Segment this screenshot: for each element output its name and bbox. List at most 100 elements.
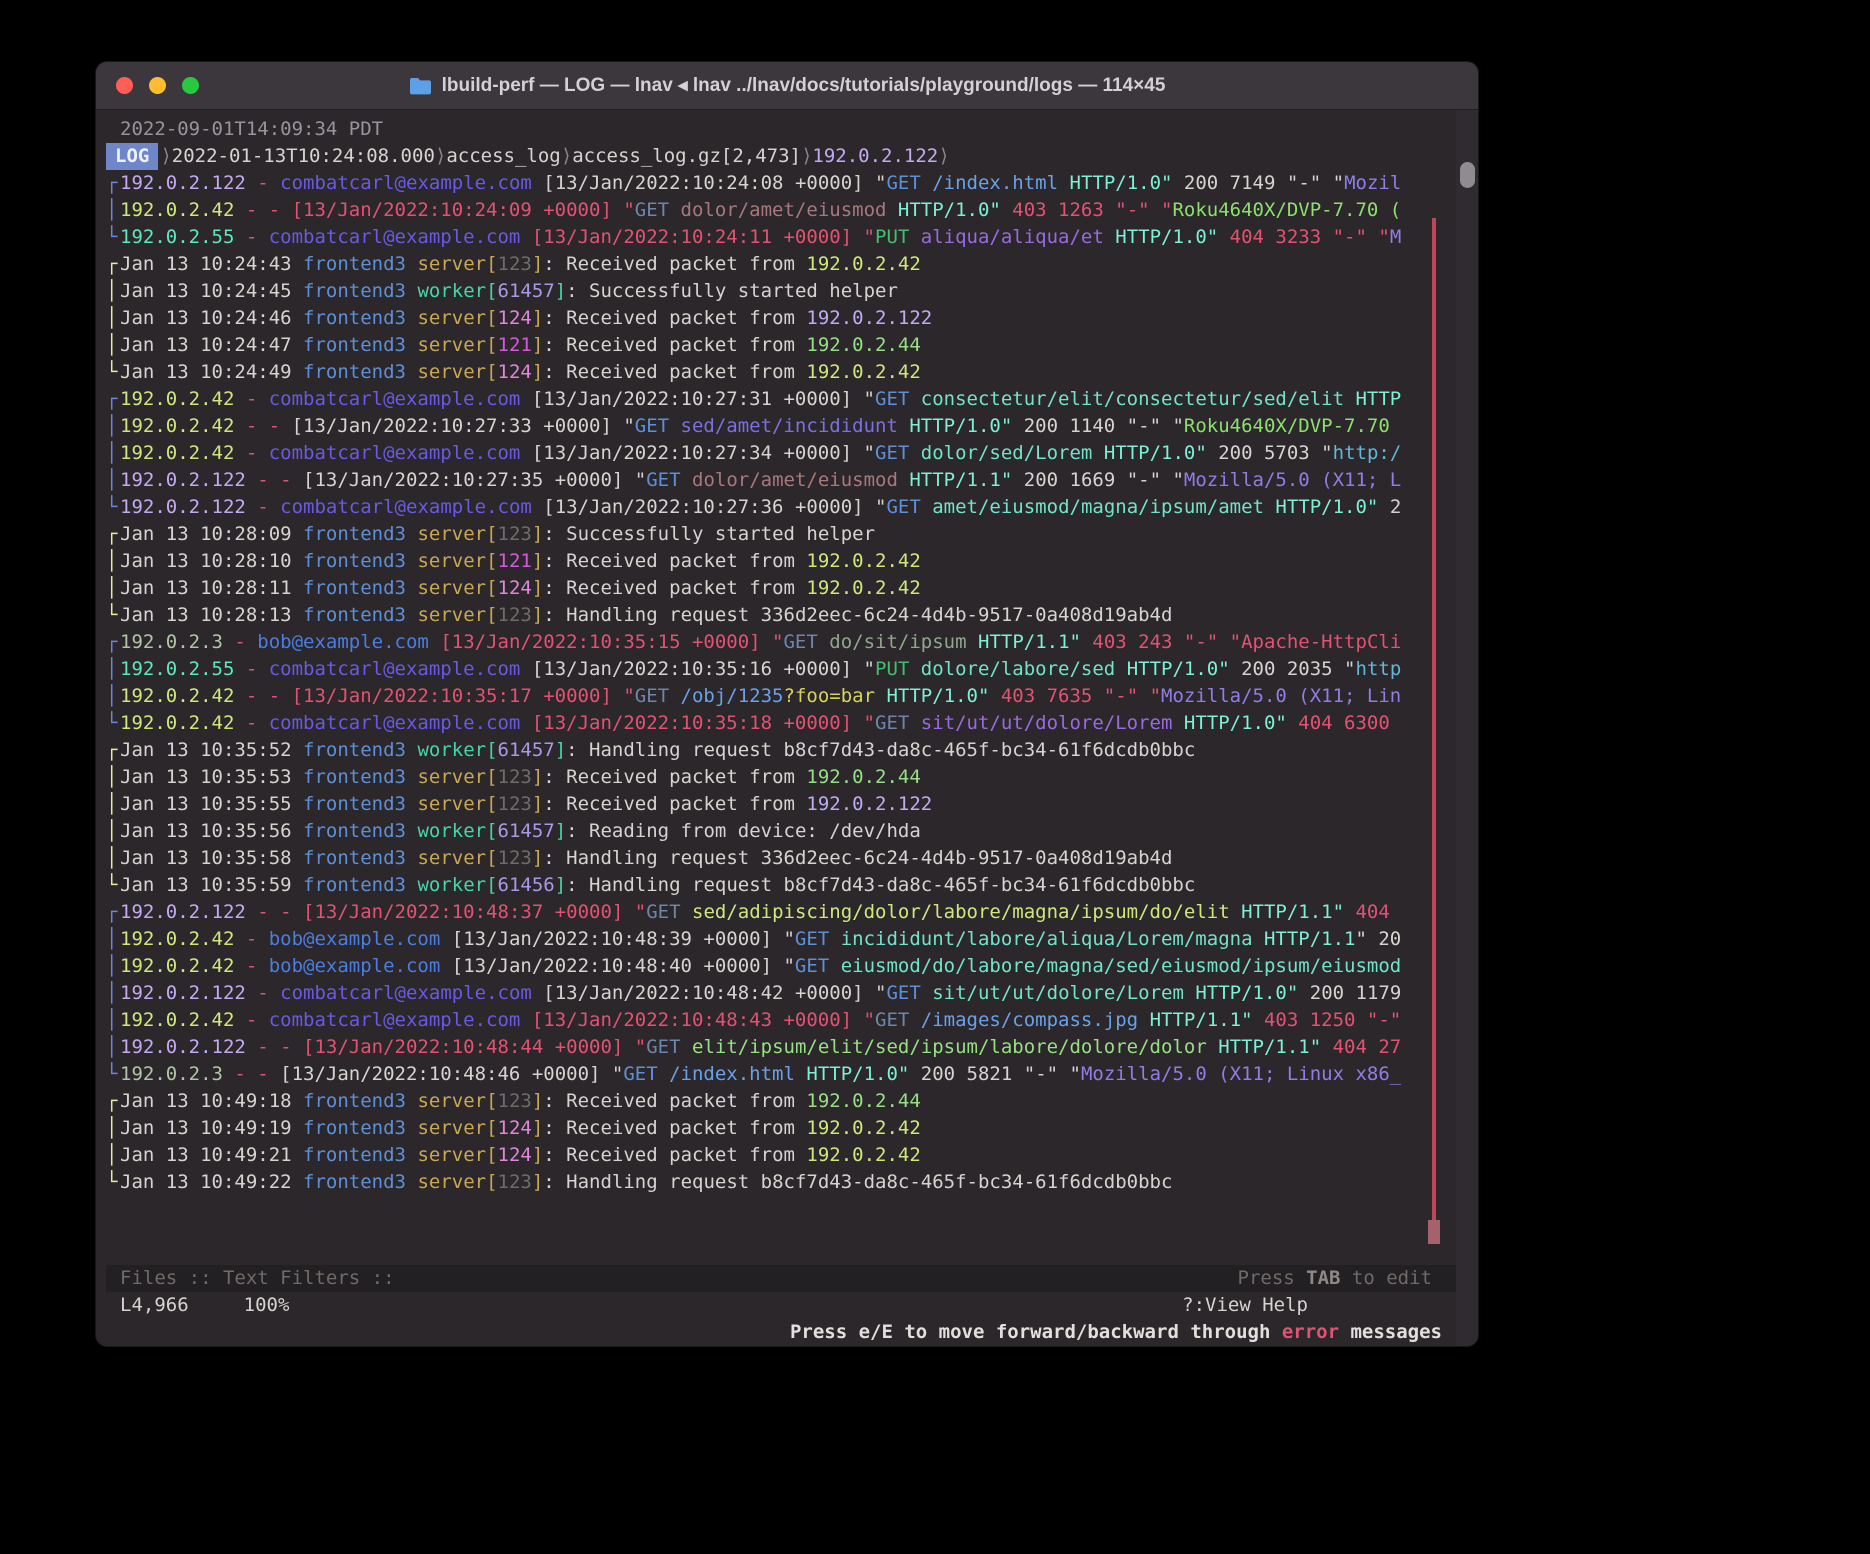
log-segment: HTTP/1.0" [1070,172,1173,194]
log-segment: 123 [498,1171,532,1193]
log-segment [829,955,840,977]
log-line[interactable]: │192.0.2.42 - combatcarl@example.com [13… [106,440,1478,467]
log-segment: frontend3 [303,1090,406,1112]
close-button[interactable] [116,77,133,94]
log-segment [1344,388,1355,410]
log-line[interactable]: └Jan 13 10:49:22 frontend3 server[123]: … [106,1169,1478,1196]
log-segment: [13/Jan/2022:10:27:35 +0000] " [303,469,646,491]
zoom-button[interactable] [182,77,199,94]
log-segment: HTTP/1.0" [806,1063,909,1085]
log-segment: server[ [417,1090,497,1112]
log-segment: server[ [417,523,497,545]
minimize-button[interactable] [149,77,166,94]
log-segment: dolor/amet/eiusmod [692,469,898,491]
log-line[interactable]: ┌192.0.2.3 - bob@example.com [13/Jan/202… [106,629,1478,656]
log-segment: 403 7635 "-" " [989,685,1161,707]
window-scrollbar-thumb[interactable] [1460,162,1475,188]
log-line[interactable]: ┌192.0.2.122 - - [13/Jan/2022:10:48:37 +… [106,899,1478,926]
log-segment: 192.0.2.122 [806,793,932,815]
log-segment: GET [886,982,920,1004]
log-segment: Roku4640X/DVP-7.70 ( [1172,199,1401,221]
log-segment: dolore/labore/sed [921,658,1115,680]
log-segment: frontend3 [303,1117,406,1139]
log-segment: : Handling request 336d2eec-6c24-4d4b-95… [543,847,1172,869]
log-line[interactable]: │192.0.2.42 - bob@example.com [13/Jan/20… [106,953,1478,980]
view-help-hint[interactable]: ?:View Help [1182,1292,1308,1319]
log-line[interactable]: │192.0.2.42 - - [13/Jan/2022:10:35:17 +0… [106,683,1478,710]
log-line[interactable]: │192.0.2.42 - bob@example.com [13/Jan/20… [106,926,1478,953]
log-line[interactable]: │192.0.2.42 - - [13/Jan/2022:10:24:09 +0… [106,197,1478,224]
scroll-position-thumb[interactable] [1428,1220,1440,1244]
log-segment: consectetur/elit/consectetur/sed/elit [921,388,1344,410]
titlebar[interactable]: lbuild-perf — LOG — lnav ◂ lnav ../lnav/… [96,62,1478,110]
log-segment [406,307,417,329]
log-segment: frontend3 [303,604,406,626]
log-line[interactable]: ┌192.0.2.122 - combatcarl@example.com [1… [106,170,1478,197]
log-segment: 192.0.2.42 [120,415,234,437]
log-line[interactable]: │192.0.2.122 - combatcarl@example.com [1… [106,980,1478,1007]
log-line[interactable]: └192.0.2.3 - - [13/Jan/2022:10:48:46 +00… [106,1061,1478,1088]
log-line[interactable]: ┌Jan 13 10:35:52 frontend3 worker[61457]… [106,737,1478,764]
group-bracket: │ [106,197,120,224]
breadcrumb-crumb[interactable]: access_log [446,145,560,167]
breadcrumb-crumb[interactable]: 192.0.2.122 [812,145,938,167]
log-line[interactable]: ┌Jan 13 10:49:18 frontend3 server[123]: … [106,1088,1478,1115]
log-segment: 124 [498,577,532,599]
log-line[interactable]: │Jan 13 10:28:10 frontend3 server[121]: … [106,548,1478,575]
log-segment [406,550,417,572]
log-line[interactable]: └192.0.2.122 - combatcarl@example.com [1… [106,494,1478,521]
log-segment: aliqua/aliqua/et [921,226,1104,248]
breadcrumb-crumb[interactable]: access_log.gz[2,473] [572,145,801,167]
log-segment [909,712,920,734]
log-line[interactable]: └Jan 13 10:28:13 frontend3 server[123]: … [106,602,1478,629]
log-segment: [13/Jan/2022:10:48:39 +0000] " [440,928,795,950]
log-segment: : Received packet from [543,1090,806,1112]
spacer [106,1250,1478,1265]
log-segment: Jan 13 10:35:52 [120,739,303,761]
log-segment [669,199,680,221]
log-segment: ] [555,280,566,302]
files-filters-tabs[interactable]: Files :: Text Filters :: [120,1265,395,1292]
group-bracket: │ [106,1007,120,1034]
log-line[interactable]: │Jan 13 10:35:58 frontend3 server[123]: … [106,845,1478,872]
log-line[interactable]: └Jan 13 10:35:59 frontend3 worker[61456]… [106,872,1478,899]
log-line[interactable]: ┌Jan 13 10:24:43 frontend3 server[123]: … [106,251,1478,278]
log-line[interactable]: │192.0.2.122 - - [13/Jan/2022:10:48:44 +… [106,1034,1478,1061]
scroll-percent: 100% [244,1294,290,1316]
log-line[interactable]: │192.0.2.42 - combatcarl@example.com [13… [106,1007,1478,1034]
log-line[interactable]: │Jan 13 10:49:21 frontend3 server[124]: … [106,1142,1478,1169]
log-line[interactable]: └Jan 13 10:24:49 frontend3 server[124]: … [106,359,1478,386]
log-line[interactable]: │192.0.2.42 - - [13/Jan/2022:10:27:33 +0… [106,413,1478,440]
log-segment: 124 [498,1117,532,1139]
breadcrumb-crumb[interactable]: 2022-01-13T10:24:08.000 [172,145,435,167]
log-segment: : Handling request 336d2eec-6c24-4d4b-95… [543,604,1172,626]
log-line[interactable]: │Jan 13 10:24:45 frontend3 worker[61457]… [106,278,1478,305]
log-line[interactable]: │Jan 13 10:24:47 frontend3 server[121]: … [106,332,1478,359]
log-line[interactable]: │Jan 13 10:35:55 frontend3 server[123]: … [106,791,1478,818]
log-segment: Jan 13 10:35:58 [120,847,303,869]
log-line[interactable]: │Jan 13 10:35:53 frontend3 server[123]: … [106,764,1478,791]
log-line[interactable]: │Jan 13 10:28:11 frontend3 server[124]: … [106,575,1478,602]
log-line[interactable]: └192.0.2.42 - combatcarl@example.com [13… [106,710,1478,737]
log-segment [406,1144,417,1166]
log-line[interactable]: ┌192.0.2.42 - combatcarl@example.com [13… [106,386,1478,413]
log-segment: 200 1669 "-" " [1012,469,1184,491]
log-segment: 192.0.2.42 [120,928,234,950]
log-segment: amet/eiusmod/magna/ipsum/amet [932,496,1264,518]
log-line[interactable]: ┌Jan 13 10:28:09 frontend3 server[123]: … [106,521,1478,548]
log-segment: GET [635,685,669,707]
log-segment: [13/Jan/2022:10:24:08 +0000] " [532,172,887,194]
log-segment: HTTP/1.1" [1241,901,1344,923]
log-segment: frontend3 [303,1171,406,1193]
log-line[interactable]: │Jan 13 10:24:46 frontend3 server[124]: … [106,305,1478,332]
log-segment: [13/Jan/2022:10:27:31 +0000] " [520,388,875,410]
log-segment: combatcarl@example.com [280,982,532,1004]
log-segment: 123 [498,523,532,545]
log-line[interactable]: │192.0.2.55 - combatcarl@example.com [13… [106,656,1478,683]
log-line[interactable]: │192.0.2.122 - - [13/Jan/2022:10:27:35 +… [106,467,1478,494]
log-line[interactable]: │Jan 13 10:35:56 frontend3 worker[61457]… [106,818,1478,845]
log-line[interactable]: └192.0.2.55 - combatcarl@example.com [13… [106,224,1478,251]
log-line[interactable]: │Jan 13 10:49:19 frontend3 server[124]: … [106,1115,1478,1142]
log-mode-chip[interactable]: LOG [106,143,158,170]
window-scrollbar-track[interactable] [1456,110,1478,1346]
